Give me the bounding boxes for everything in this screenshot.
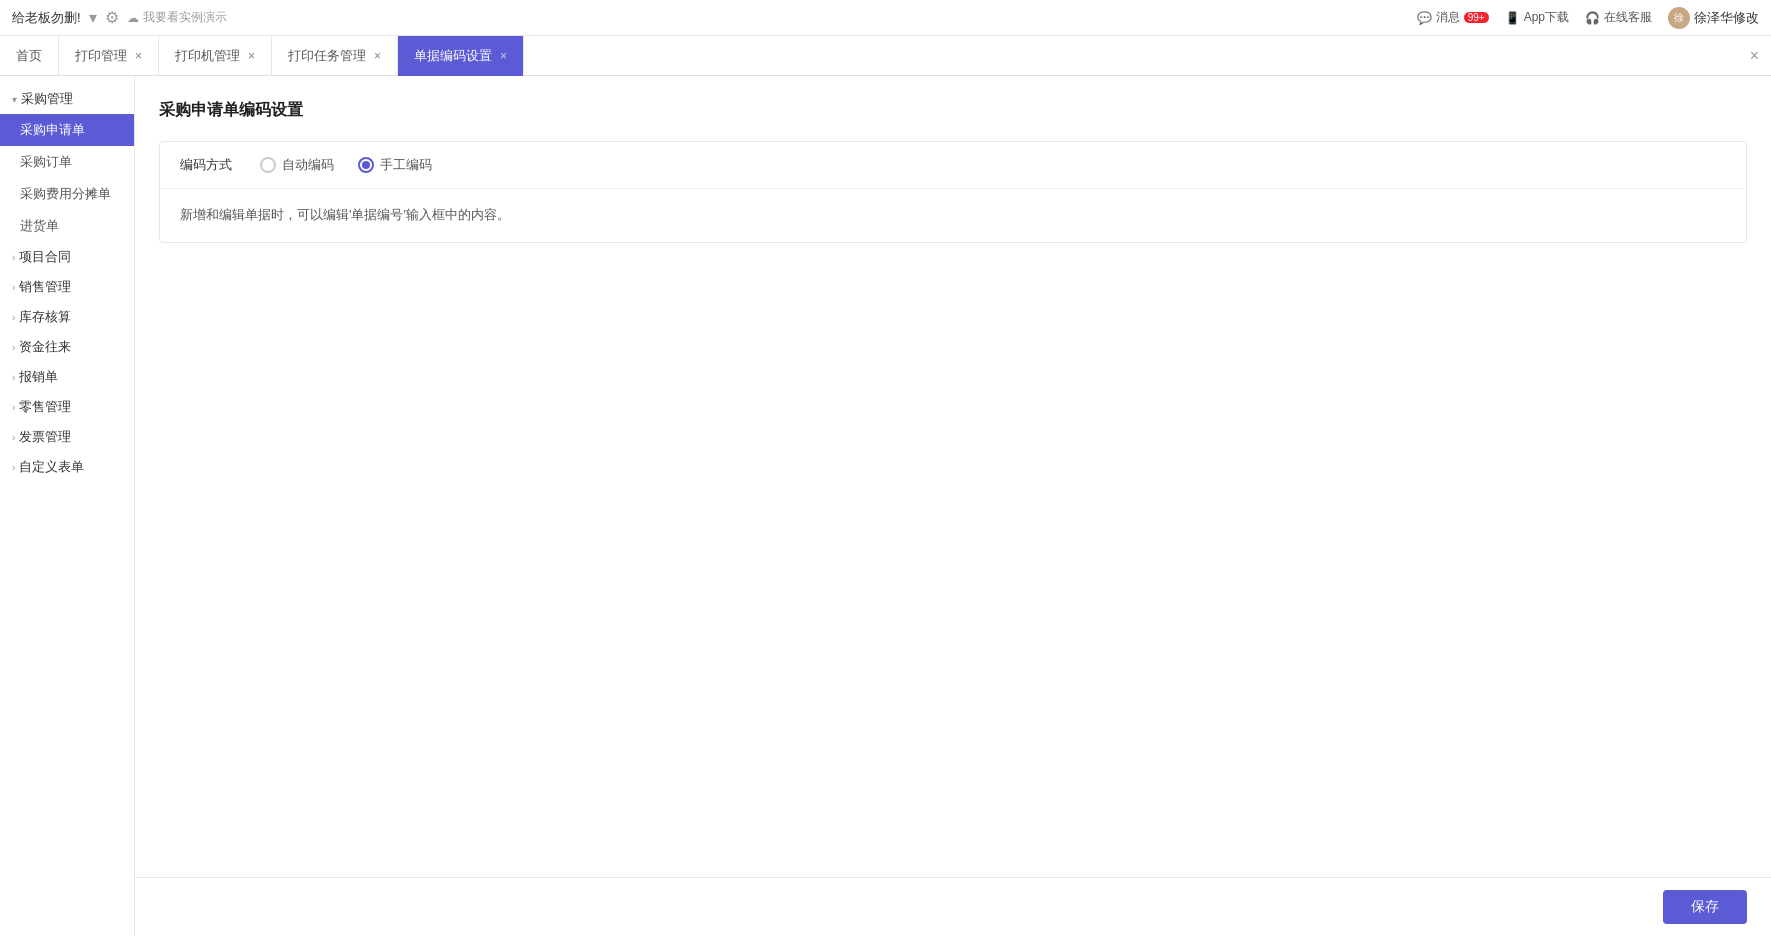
coding-section: 编码方式 自动编码 手工编码 新增和编辑单据时，可以编辑'单据编号'输入框中的内… (159, 141, 1747, 243)
sidebar-group-contract-header[interactable]: › 项目合同 (0, 242, 134, 272)
radio-group: 自动编码 手工编码 (260, 156, 432, 174)
sidebar-group-fund-header[interactable]: › 资金往来 (0, 332, 134, 362)
tab-printer-mgmt-close[interactable]: × (248, 49, 255, 63)
sidebar-item-purchase-request[interactable]: 采购申请单 (0, 114, 134, 146)
sidebar-group-custom-label: 自定义表单 (19, 458, 84, 476)
tab-printer-mgmt[interactable]: 打印机管理 × (159, 36, 272, 76)
tab-print-mgmt-close[interactable]: × (135, 49, 142, 63)
sidebar-group-expense: › 报销单 (0, 362, 134, 392)
sidebar-group-retail: › 零售管理 (0, 392, 134, 422)
tab-bar: 首页 打印管理 × 打印机管理 × 打印任务管理 × 单据编码设置 × × (0, 36, 1771, 76)
sidebar-group-purchase: ▾ 采购管理 采购申请单 采购订单 采购费用分摊单 进货单 (0, 84, 134, 242)
user-profile[interactable]: 徐 徐泽华修改 (1668, 7, 1759, 29)
chevron-down-icon: ▾ (12, 94, 17, 105)
sidebar-group-sales-header[interactable]: › 销售管理 (0, 272, 134, 302)
coding-row: 编码方式 自动编码 手工编码 (160, 142, 1746, 189)
message-button[interactable]: 💬 消息 99+ (1417, 9, 1489, 26)
sidebar-group-invoice-header[interactable]: › 发票管理 (0, 422, 134, 452)
message-icon: 💬 (1417, 11, 1432, 25)
radio-manual-code[interactable]: 手工编码 (358, 156, 432, 174)
sidebar-item-purchase-order[interactable]: 采购订单 (0, 146, 134, 178)
main-close-button[interactable]: × (1738, 36, 1771, 76)
page-title: 采购申请单编码设置 (159, 100, 1747, 121)
footer-bar: 保存 (135, 877, 1771, 936)
tab-barcode-setting[interactable]: 单据编码设置 × (398, 36, 524, 76)
sidebar-group-custom: › 自定义表单 (0, 452, 134, 482)
settings-icon[interactable]: ⚙ (105, 8, 119, 27)
content-area: 采购申请单编码设置 编码方式 自动编码 手工编码 (135, 76, 1771, 936)
sidebar-group-retail-header[interactable]: › 零售管理 (0, 392, 134, 422)
search-text: 我要看实例演示 (143, 9, 227, 26)
sidebar-group-expense-label: 报销单 (19, 368, 58, 386)
sidebar-group-retail-label: 零售管理 (19, 398, 71, 416)
radio-auto-code[interactable]: 自动编码 (260, 156, 334, 174)
sidebar-group-contract-label: 项目合同 (19, 248, 71, 266)
message-label: 消息 (1436, 9, 1460, 26)
app-download-label: App下载 (1524, 9, 1569, 26)
message-badge: 99+ (1464, 12, 1489, 23)
auto-code-label: 自动编码 (282, 156, 334, 174)
app-download-button[interactable]: 📱 App下载 (1505, 9, 1569, 26)
user-name: 徐泽华修改 (1694, 9, 1759, 27)
tab-print-task-close[interactable]: × (374, 49, 381, 63)
sidebar-group-expense-header[interactable]: › 报销单 (0, 362, 134, 392)
sidebar-group-sales: › 销售管理 (0, 272, 134, 302)
avatar: 徐 (1668, 7, 1690, 29)
sidebar-group-inventory: › 库存核算 (0, 302, 134, 332)
chevron-right-icon2: › (12, 282, 15, 293)
tab-print-task[interactable]: 打印任务管理 × (272, 36, 398, 76)
sidebar-group-fund-label: 资金往来 (19, 338, 71, 356)
coding-label: 编码方式 (180, 156, 260, 174)
headset-icon: 🎧 (1585, 11, 1600, 25)
main-layout: ▾ 采购管理 采购申请单 采购订单 采购费用分摊单 进货单 › 项目合同 (0, 76, 1771, 936)
download-icon: 📱 (1505, 11, 1520, 25)
tab-print-mgmt-label: 打印管理 (75, 47, 127, 65)
tab-barcode-setting-close[interactable]: × (500, 49, 507, 63)
tab-print-mgmt[interactable]: 打印管理 × (59, 36, 159, 76)
top-bar-right: 💬 消息 99+ 📱 App下载 🎧 在线客服 徐 徐泽华修改 (1417, 7, 1759, 29)
sidebar-group-inventory-label: 库存核算 (19, 308, 71, 326)
chevron-right-icon4: › (12, 342, 15, 353)
tab-home-label: 首页 (16, 47, 42, 65)
sidebar-item-purchase-cost[interactable]: 采购费用分摊单 (0, 178, 134, 210)
chevron-right-icon8: › (12, 462, 15, 473)
dropdown-icon[interactable]: ▾ (89, 8, 97, 27)
top-bar: 给老板勿删! ▾ ⚙ ☁ 我要看实例演示 💬 消息 99+ 📱 App下载 🎧 … (0, 0, 1771, 36)
save-button[interactable]: 保存 (1663, 890, 1747, 924)
sidebar: ▾ 采购管理 采购申请单 采购订单 采购费用分摊单 进货单 › 项目合同 (0, 76, 135, 936)
sidebar-group-purchase-label: 采购管理 (21, 90, 73, 108)
sidebar-group-custom-header[interactable]: › 自定义表单 (0, 452, 134, 482)
chevron-right-icon5: › (12, 372, 15, 383)
sidebar-group-contract: › 项目合同 (0, 242, 134, 272)
sidebar-item-goods-receipt[interactable]: 进货单 (0, 210, 134, 242)
online-service-button[interactable]: 🎧 在线客服 (1585, 9, 1652, 26)
search-bar[interactable]: ☁ 我要看实例演示 (127, 9, 227, 26)
tab-barcode-setting-label: 单据编码设置 (414, 47, 492, 65)
brand-label: 给老板勿删! (12, 9, 81, 27)
manual-code-label: 手工编码 (380, 156, 432, 174)
radio-manual-circle (358, 157, 374, 173)
tab-printer-mgmt-label: 打印机管理 (175, 47, 240, 65)
sidebar-group-purchase-header[interactable]: ▾ 采购管理 (0, 84, 134, 114)
radio-auto-circle (260, 157, 276, 173)
sidebar-group-inventory-header[interactable]: › 库存核算 (0, 302, 134, 332)
sidebar-group-sales-label: 销售管理 (19, 278, 71, 296)
sidebar-group-fund: › 资金往来 (0, 332, 134, 362)
sidebar-group-invoice-label: 发票管理 (19, 428, 71, 446)
sidebar-group-invoice: › 发票管理 (0, 422, 134, 452)
content-inner: 采购申请单编码设置 编码方式 自动编码 手工编码 (135, 76, 1771, 877)
chevron-right-icon6: › (12, 402, 15, 413)
chevron-right-icon7: › (12, 432, 15, 443)
chevron-right-icon: › (12, 252, 15, 263)
tab-print-task-label: 打印任务管理 (288, 47, 366, 65)
top-bar-left: 给老板勿删! ▾ ⚙ ☁ 我要看实例演示 (12, 8, 227, 27)
online-service-label: 在线客服 (1604, 9, 1652, 26)
info-text: 新增和编辑单据时，可以编辑'单据编号'输入框中的内容。 (160, 189, 1746, 242)
chevron-right-icon3: › (12, 312, 15, 323)
tab-home[interactable]: 首页 (0, 36, 59, 76)
